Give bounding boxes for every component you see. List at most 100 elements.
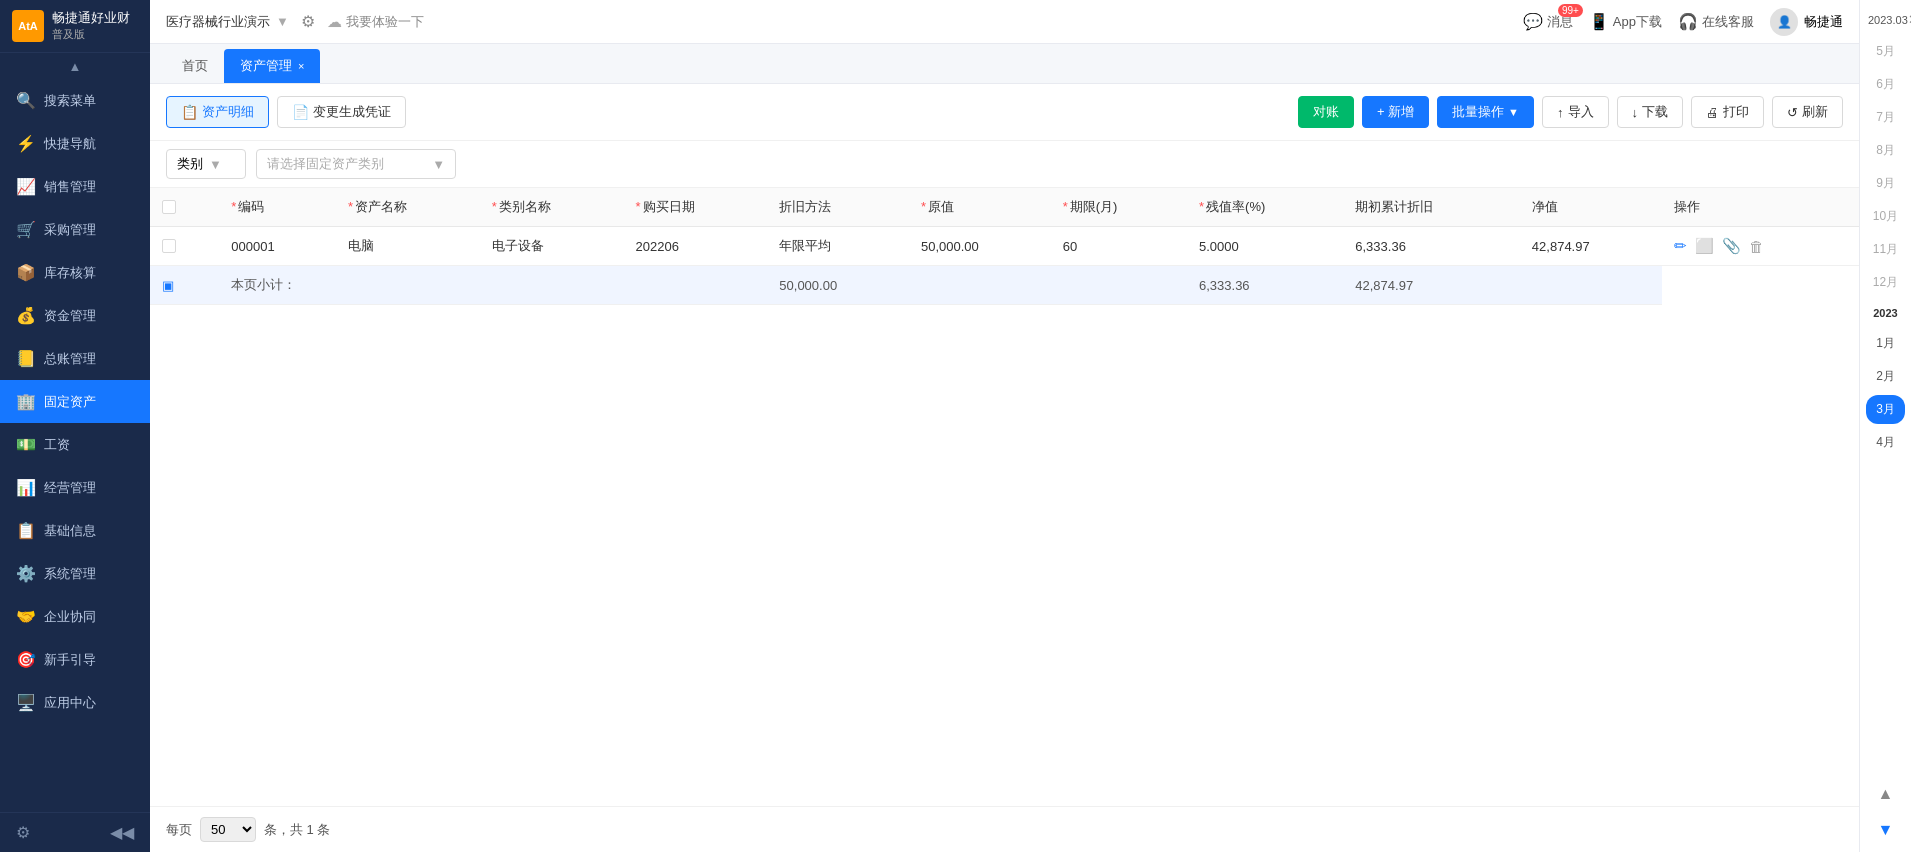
subtotal-row: ▣本页小计：50,000.006,333.3642,874.97 [150, 266, 1859, 305]
asset-table: *编码*资产名称*类别名称*购买日期折旧方法*原值*期限(月)*残值率(%)期初… [150, 188, 1859, 305]
sidebar-item-operations[interactable]: 📊 经营管理 [0, 466, 150, 509]
cell-code-0: 000001 [219, 227, 336, 266]
right-panel-header: 2023.03 ✕ ⤢ [1860, 8, 1911, 31]
month-prev-5月[interactable]: 5月 [1860, 35, 1911, 68]
print-icon: 🖨 [1706, 105, 1719, 120]
sidebar-item-search[interactable]: 🔍 搜索菜单 [0, 79, 150, 122]
toolbar-right: 对账 + 新增 批量操作 ▼ ↑ 导入 ↓ 下载 🖨 打印 [1298, 96, 1843, 128]
month-curr-4月[interactable]: 4月 [1860, 426, 1911, 459]
sidebar-icon-funds: 💰 [16, 306, 34, 325]
sidebar-scroll-up[interactable]: ▲ [66, 57, 84, 75]
sidebar-item-app-center[interactable]: 🖥️ 应用中心 [0, 681, 150, 724]
sidebar-icon-inventory: 📦 [16, 263, 34, 282]
month-curr-1月[interactable]: 1月 [1860, 327, 1911, 360]
sidebar-collapse-btn[interactable]: ◀◀ [110, 823, 134, 842]
sidebar-icon-fixed-assets: 🏢 [16, 392, 34, 411]
reconcile-button[interactable]: 对账 [1298, 96, 1354, 128]
subtotal-checkbox: ▣ [150, 266, 219, 305]
select-all-checkbox[interactable] [162, 200, 176, 214]
scroll-up-btn[interactable]: ▲ [1872, 780, 1900, 808]
sidebar-item-system[interactable]: ⚙️ 系统管理 [0, 552, 150, 595]
download-icon2: ↓ [1632, 105, 1639, 120]
category-input[interactable]: 请选择固定资产类别 ▼ [256, 149, 456, 179]
sidebar-icon-system: ⚙️ [16, 564, 34, 583]
user-profile[interactable]: 👤 畅捷通 [1770, 8, 1843, 36]
edit-btn-0[interactable]: ✏ [1674, 237, 1687, 255]
print-button[interactable]: 🖨 打印 [1691, 96, 1764, 128]
sidebar-item-fixed-assets[interactable]: 🏢 固定资产 [0, 380, 150, 423]
cell-accumulated_depreciation-0: 6,333.36 [1343, 227, 1520, 266]
row-checkbox-0[interactable] [162, 239, 176, 253]
sidebar-icon-cooperation: 🤝 [16, 607, 34, 626]
download-button[interactable]: ↓ 下载 [1617, 96, 1684, 128]
sidebar-item-funds[interactable]: 💰 资金管理 [0, 294, 150, 337]
delete-btn-0[interactable]: 🗑 [1749, 238, 1764, 255]
import-icon: ↑ [1557, 105, 1564, 120]
month-prev-7月[interactable]: 7月 [1860, 101, 1911, 134]
company-selector[interactable]: 医疗器械行业演示 ▼ [166, 13, 289, 31]
sidebar-label-inventory: 库存核算 [44, 264, 96, 282]
sidebar-icon-quick-nav: ⚡ [16, 134, 34, 153]
sidebar-icon-guide: 🎯 [16, 650, 34, 669]
batch-button[interactable]: 批量操作 ▼ [1437, 96, 1534, 128]
col-accumulated_depreciation: 期初累计折旧 [1343, 188, 1520, 227]
sidebar-icon-purchase: 🛒 [16, 220, 34, 239]
settings-icon[interactable]: ⚙ [16, 823, 30, 842]
topbar: 医疗器械行业演示 ▼ ⚙ ☁ 我要体验一下 💬 消息 99+ 📱 App下载 🎧… [150, 0, 1859, 44]
asset-table-wrap: *编码*资产名称*类别名称*购买日期折旧方法*原值*期限(月)*残值率(%)期初… [150, 188, 1859, 806]
sidebar-item-basic-info[interactable]: 📋 基础信息 [0, 509, 150, 552]
experience-btn[interactable]: ☁ 我要体验一下 [327, 13, 424, 31]
subtotal-actions [1520, 266, 1662, 305]
sidebar-item-cooperation[interactable]: 🤝 企业协同 [0, 595, 150, 638]
category-select[interactable]: 类别 ▼ [166, 149, 246, 179]
month-prev-11月[interactable]: 11月 [1860, 233, 1911, 266]
month-prev-12月[interactable]: 12月 [1860, 266, 1911, 299]
attach-btn-0[interactable]: 📎 [1722, 237, 1741, 255]
month-prev-9月[interactable]: 9月 [1860, 167, 1911, 200]
right-panel: 2023.03 ✕ ⤢ 5月6月7月8月9月10月11月12月20231月2月3… [1859, 0, 1911, 852]
sidebar-label-sales: 销售管理 [44, 178, 96, 196]
sidebar-label-search: 搜索菜单 [44, 92, 96, 110]
tab-首页[interactable]: 首页 [166, 49, 224, 83]
col-name: *资产名称 [336, 188, 480, 227]
new-button[interactable]: + 新增 [1362, 96, 1429, 128]
subtab-变更生成凭证[interactable]: 📄变更生成凭证 [277, 96, 406, 128]
cell-checkbox-0 [150, 227, 219, 266]
topbar-settings-icon[interactable]: ⚙ [301, 12, 315, 31]
sidebar-label-funds: 资金管理 [44, 307, 96, 325]
subtab-资产明细[interactable]: 📋资产明细 [166, 96, 269, 128]
sidebar-item-quick-nav[interactable]: ⚡ 快捷导航 [0, 122, 150, 165]
online-service-btn[interactable]: 🎧 在线客服 [1678, 12, 1754, 31]
filter-row: 类别 ▼ 请选择固定资产类别 ▼ [150, 141, 1859, 188]
avatar: 👤 [1770, 8, 1798, 36]
refresh-button[interactable]: ↺ 刷新 [1772, 96, 1843, 128]
col-period: *期限(月) [1051, 188, 1187, 227]
app-download-btn[interactable]: 📱 App下载 [1589, 12, 1662, 31]
batch-chevron-icon: ▼ [1508, 106, 1519, 118]
sidebar-item-inventory[interactable]: 📦 库存核算 [0, 251, 150, 294]
sidebar-logo: AtA 畅捷通好业财 普及版 [0, 0, 150, 53]
per-page-select[interactable]: 102050100 [200, 817, 256, 842]
messages-btn[interactable]: 💬 消息 99+ [1523, 12, 1573, 31]
col-net_value: 净值 [1520, 188, 1662, 227]
sidebar-item-payroll[interactable]: 💵 工资 [0, 423, 150, 466]
cell-actions-0: ✏ ⬜ 📎 🗑 [1662, 227, 1859, 266]
scroll-down-btn[interactable]: ▼ [1872, 816, 1900, 844]
subtotal-original_value: 50,000.00 [767, 266, 909, 305]
month-curr-2月[interactable]: 2月 [1860, 360, 1911, 393]
month-curr-3月[interactable]: 3月 [1866, 395, 1905, 424]
sidebar-label-system: 系统管理 [44, 565, 96, 583]
sidebar-item-purchase[interactable]: 🛒 采购管理 [0, 208, 150, 251]
import-button[interactable]: ↑ 导入 [1542, 96, 1609, 128]
tab-close-资产管理[interactable]: × [298, 60, 304, 72]
copy-btn-0[interactable]: ⬜ [1695, 237, 1714, 255]
sidebar-item-ledger[interactable]: 📒 总账管理 [0, 337, 150, 380]
sidebar-label-app-center: 应用中心 [44, 694, 96, 712]
tab-资产管理[interactable]: 资产管理× [224, 49, 320, 83]
sidebar-item-guide[interactable]: 🎯 新手引导 [0, 638, 150, 681]
month-prev-8月[interactable]: 8月 [1860, 134, 1911, 167]
month-prev-6月[interactable]: 6月 [1860, 68, 1911, 101]
subtotal-accumulated_depreciation: 6,333.36 [1187, 266, 1343, 305]
month-prev-10月[interactable]: 10月 [1860, 200, 1911, 233]
sidebar-item-sales[interactable]: 📈 销售管理 [0, 165, 150, 208]
